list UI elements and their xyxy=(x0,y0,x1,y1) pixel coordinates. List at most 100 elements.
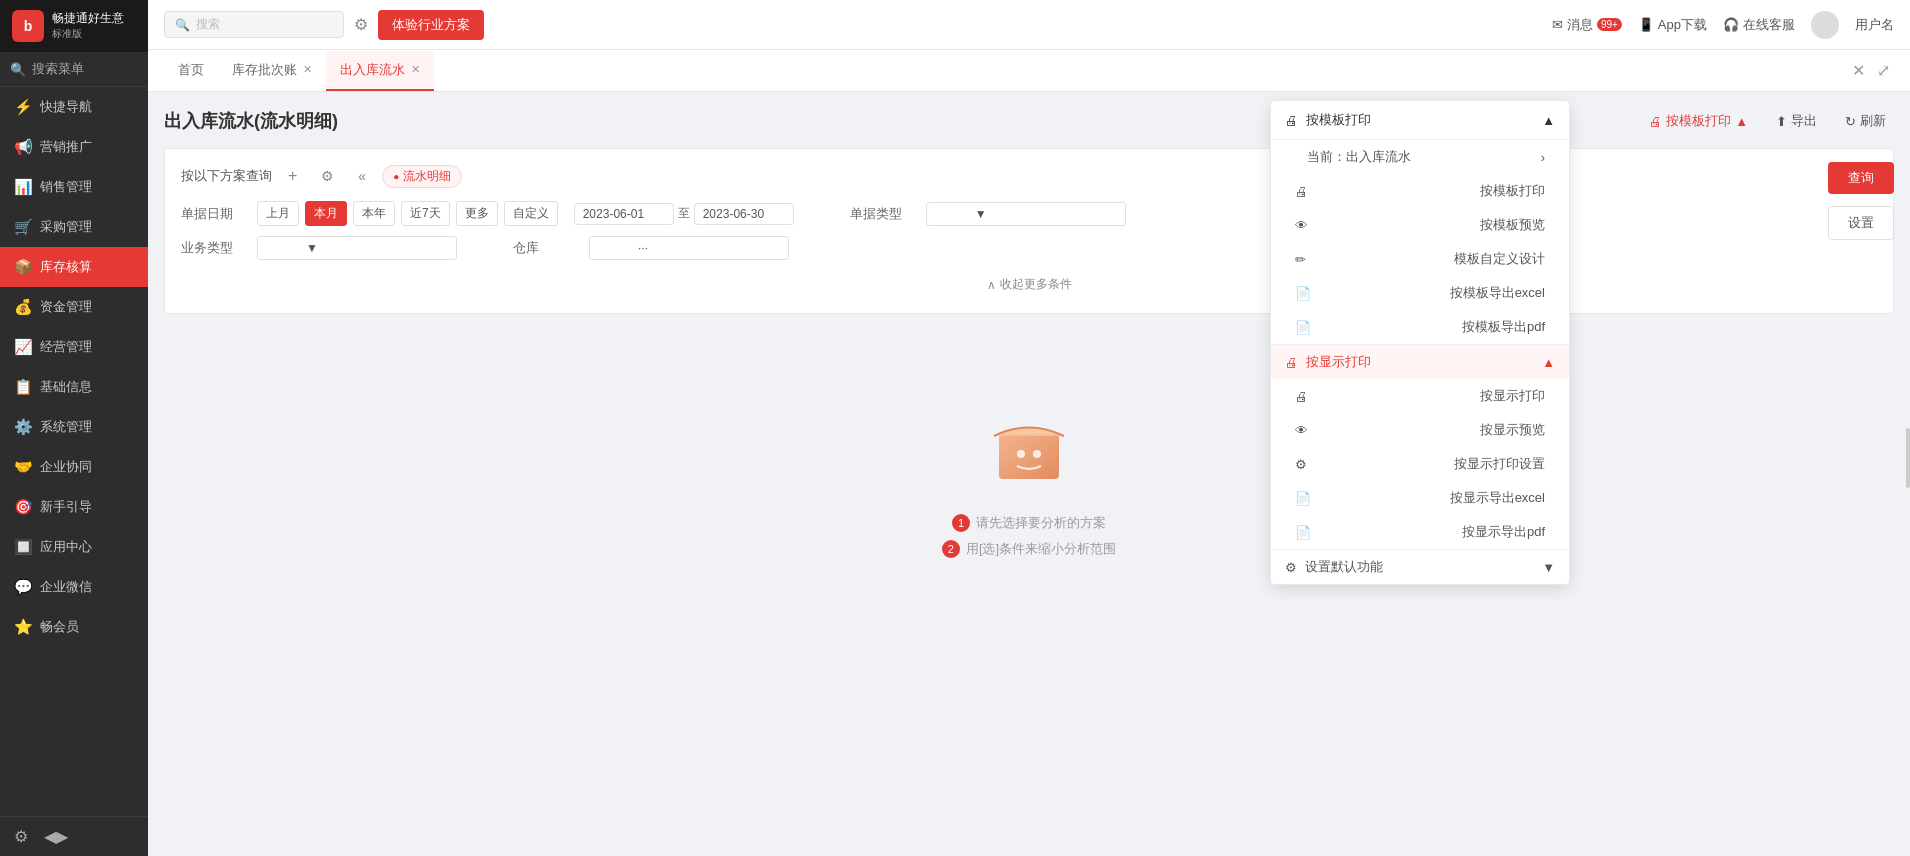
date-btn-custom[interactable]: 自定义 xyxy=(504,201,558,226)
date-to-input[interactable] xyxy=(694,203,794,225)
dropdown-template-customize[interactable]: ✏ 模板自定义设计 xyxy=(1271,242,1569,276)
dp-excel-label: 按模板导出excel xyxy=(1450,284,1545,302)
display-section-label: 按显示打印 xyxy=(1306,353,1371,371)
logo-sub: 标准版 xyxy=(52,27,124,41)
filter-add-btn[interactable]: + xyxy=(280,163,305,189)
user-name: 用户名 xyxy=(1855,16,1894,34)
sidebar-item-system[interactable]: ⚙️ 系统管理 xyxy=(0,407,148,447)
sidebar-item-sales[interactable]: 📊 销售管理 xyxy=(0,167,148,207)
page-title: 出入库流水(流水明细) xyxy=(164,109,338,133)
warehouse-select[interactable]: ··· xyxy=(589,236,789,260)
sidebar-item-app-center[interactable]: 🔲 应用中心 xyxy=(0,527,148,567)
print-template-label: 按模板打印 xyxy=(1666,112,1731,130)
tab-batch-close-icon[interactable]: ✕ xyxy=(303,63,312,76)
setting-btn[interactable]: 设置 xyxy=(1828,206,1894,240)
sidebar-item-finance[interactable]: 💰 资金管理 xyxy=(0,287,148,327)
dp-template-preview-icon: 👁 xyxy=(1295,218,1308,233)
collapse-label: 收起更多条件 xyxy=(1000,276,1072,293)
dropdown-template-print[interactable]: 🖨 按模板打印 xyxy=(1271,174,1569,208)
dropdown-display-print-settings[interactable]: ⚙ 按显示打印设置 xyxy=(1271,447,1569,481)
sidebar-item-operation[interactable]: 📈 经营管理 xyxy=(0,327,148,367)
sidebar-item-inventory[interactable]: 📦 库存核算 xyxy=(0,247,148,287)
sidebar-item-marketing[interactable]: 📢 营销推广 xyxy=(0,127,148,167)
avatar[interactable] xyxy=(1811,11,1839,39)
maximize-icon[interactable]: ⤢ xyxy=(1873,59,1894,82)
sidebar-item-label: 资金管理 xyxy=(40,298,92,316)
dropdown-display-export-pdf[interactable]: 📄 按显示导出pdf xyxy=(1271,515,1569,549)
sidebar-item-guide[interactable]: 🎯 新手引导 xyxy=(0,487,148,527)
dropdown-template-export-pdf[interactable]: 📄 按模板导出pdf xyxy=(1271,310,1569,344)
svg-point-1 xyxy=(1017,450,1025,458)
filter-panel: 按以下方案查询 + ⚙ « ● 流水明细 单据日期 上月 本月 本年 近 xyxy=(164,148,1894,314)
sidebar-item-enterprise[interactable]: 🤝 企业协同 xyxy=(0,447,148,487)
date-btn-this-year[interactable]: 本年 xyxy=(353,201,395,226)
filter-tag[interactable]: ● 流水明细 xyxy=(382,165,462,188)
sidebar-search[interactable]: 🔍 搜索菜单 xyxy=(0,52,148,87)
collapse-more-btn[interactable]: ∧ 收起更多条件 xyxy=(181,270,1877,299)
dropdown-display-header[interactable]: 🖨 按显示打印 ▲ xyxy=(1271,345,1569,379)
current-label: 当前：出入库流水 xyxy=(1307,148,1411,166)
tab-home[interactable]: 首页 xyxy=(164,51,218,91)
business-select-arrow: ▼ xyxy=(306,241,318,255)
dp-display-settings-label: 按显示打印设置 xyxy=(1454,455,1545,473)
sidebar-item-wechat[interactable]: 💬 企业微信 xyxy=(0,567,148,607)
dropdown-display-section: 🖨 按显示打印 ▲ 🖨 按显示打印 👁 按显示预览 ⚙ 按显示打印设置 📄 按显… xyxy=(1271,344,1569,549)
collapse-sidebar-icon[interactable]: ◀▶ xyxy=(44,827,68,846)
industry-btn[interactable]: 体验行业方案 xyxy=(378,10,484,40)
type-filter-label: 单据类型 xyxy=(850,205,910,223)
date-separator: 至 xyxy=(678,205,690,222)
close-all-tab-icon[interactable]: ✕ xyxy=(1848,59,1869,82)
message-label: 消息 xyxy=(1567,16,1593,34)
logo-icon: b xyxy=(12,10,44,42)
filter-label: 按以下方案查询 xyxy=(181,167,272,185)
sidebar-item-member[interactable]: ⭐ 畅会员 xyxy=(0,607,148,647)
date-btn-this-month[interactable]: 本月 xyxy=(305,201,347,226)
query-btn[interactable]: 查询 xyxy=(1828,162,1894,194)
tab-flow-label: 出入库流水 xyxy=(340,61,405,79)
online-service-label: 在线客服 xyxy=(1743,16,1795,34)
app-download-btn[interactable]: 📱 App下载 xyxy=(1638,16,1707,34)
filter-settings-btn[interactable]: ⚙ xyxy=(313,164,342,188)
dropdown-display-print[interactable]: 🖨 按显示打印 xyxy=(1271,379,1569,413)
dp-display-pdf-label: 按显示导出pdf xyxy=(1462,523,1545,541)
refresh-btn[interactable]: ↻ 刷新 xyxy=(1837,108,1894,134)
type-select[interactable]: ▼ xyxy=(926,202,1126,226)
filter-row-business: 业务类型 ▼ 仓库 ··· xyxy=(181,236,1877,260)
tab-flow-close-icon[interactable]: ✕ xyxy=(411,63,420,76)
dropdown-collapse-icon[interactable]: ▲ xyxy=(1542,113,1555,128)
refresh-icon: ↻ xyxy=(1845,114,1856,129)
display-section-chevron: ▲ xyxy=(1542,355,1555,370)
sidebar-item-label: 应用中心 xyxy=(40,538,92,556)
message-btn[interactable]: ✉ 消息 99+ xyxy=(1552,16,1622,34)
export-btn[interactable]: ⬆ 导出 xyxy=(1768,108,1825,134)
dropdown-template-export-excel[interactable]: 📄 按模板导出excel xyxy=(1271,276,1569,310)
topbar-search-box[interactable]: 🔍 搜索 xyxy=(164,11,344,38)
warehouse-select-more-icon: ··· xyxy=(638,241,648,255)
tab-batch-account[interactable]: 库存批次账 ✕ xyxy=(218,51,326,91)
dp-pdf-label: 按模板导出pdf xyxy=(1462,318,1545,336)
dropdown-footer[interactable]: ⚙ 设置默认功能 ▼ xyxy=(1271,549,1569,584)
date-btn-7days[interactable]: 近7天 xyxy=(401,201,450,226)
dropdown-display-export-excel[interactable]: 📄 按显示导出excel xyxy=(1271,481,1569,515)
sidebar-item-quick-nav[interactable]: ⚡ 快捷导航 xyxy=(0,87,148,127)
date-options-group: 上月 本月 本年 近7天 更多 自定义 xyxy=(257,201,558,226)
dropdown-template-preview[interactable]: 👁 按模板预览 xyxy=(1271,208,1569,242)
settings-footer-icon[interactable]: ⚙ xyxy=(14,827,28,846)
sidebar-item-purchase[interactable]: 🛒 采购管理 xyxy=(0,207,148,247)
hint-text-2: 用[选]条件来缩小分析范围 xyxy=(966,540,1116,558)
date-btn-last-month[interactable]: 上月 xyxy=(257,201,299,226)
sidebar-item-basic[interactable]: 📋 基础信息 xyxy=(0,367,148,407)
settings-icon[interactable]: ⚙ xyxy=(354,15,368,34)
date-from-input[interactable] xyxy=(574,203,674,225)
filter-collapse-btn[interactable]: « xyxy=(350,164,374,188)
print-template-btn[interactable]: 🖨 按模板打印 ▲ xyxy=(1641,108,1756,134)
online-service-btn[interactable]: 🎧 在线客服 xyxy=(1723,16,1795,34)
dropdown-display-preview[interactable]: 👁 按显示预览 xyxy=(1271,413,1569,447)
date-btn-more[interactable]: 更多 xyxy=(456,201,498,226)
dropdown-current-item[interactable]: 当前：出入库流水 › xyxy=(1271,140,1569,174)
dp-display-print-label: 按显示打印 xyxy=(1480,387,1545,405)
page-actions: 🖨 按模板打印 ▲ ⬆ 导出 ↻ 刷新 xyxy=(1641,108,1894,134)
tab-flow[interactable]: 出入库流水 ✕ xyxy=(326,51,434,91)
scrollbar[interactable] xyxy=(1906,428,1910,488)
business-type-select[interactable]: ▼ xyxy=(257,236,457,260)
